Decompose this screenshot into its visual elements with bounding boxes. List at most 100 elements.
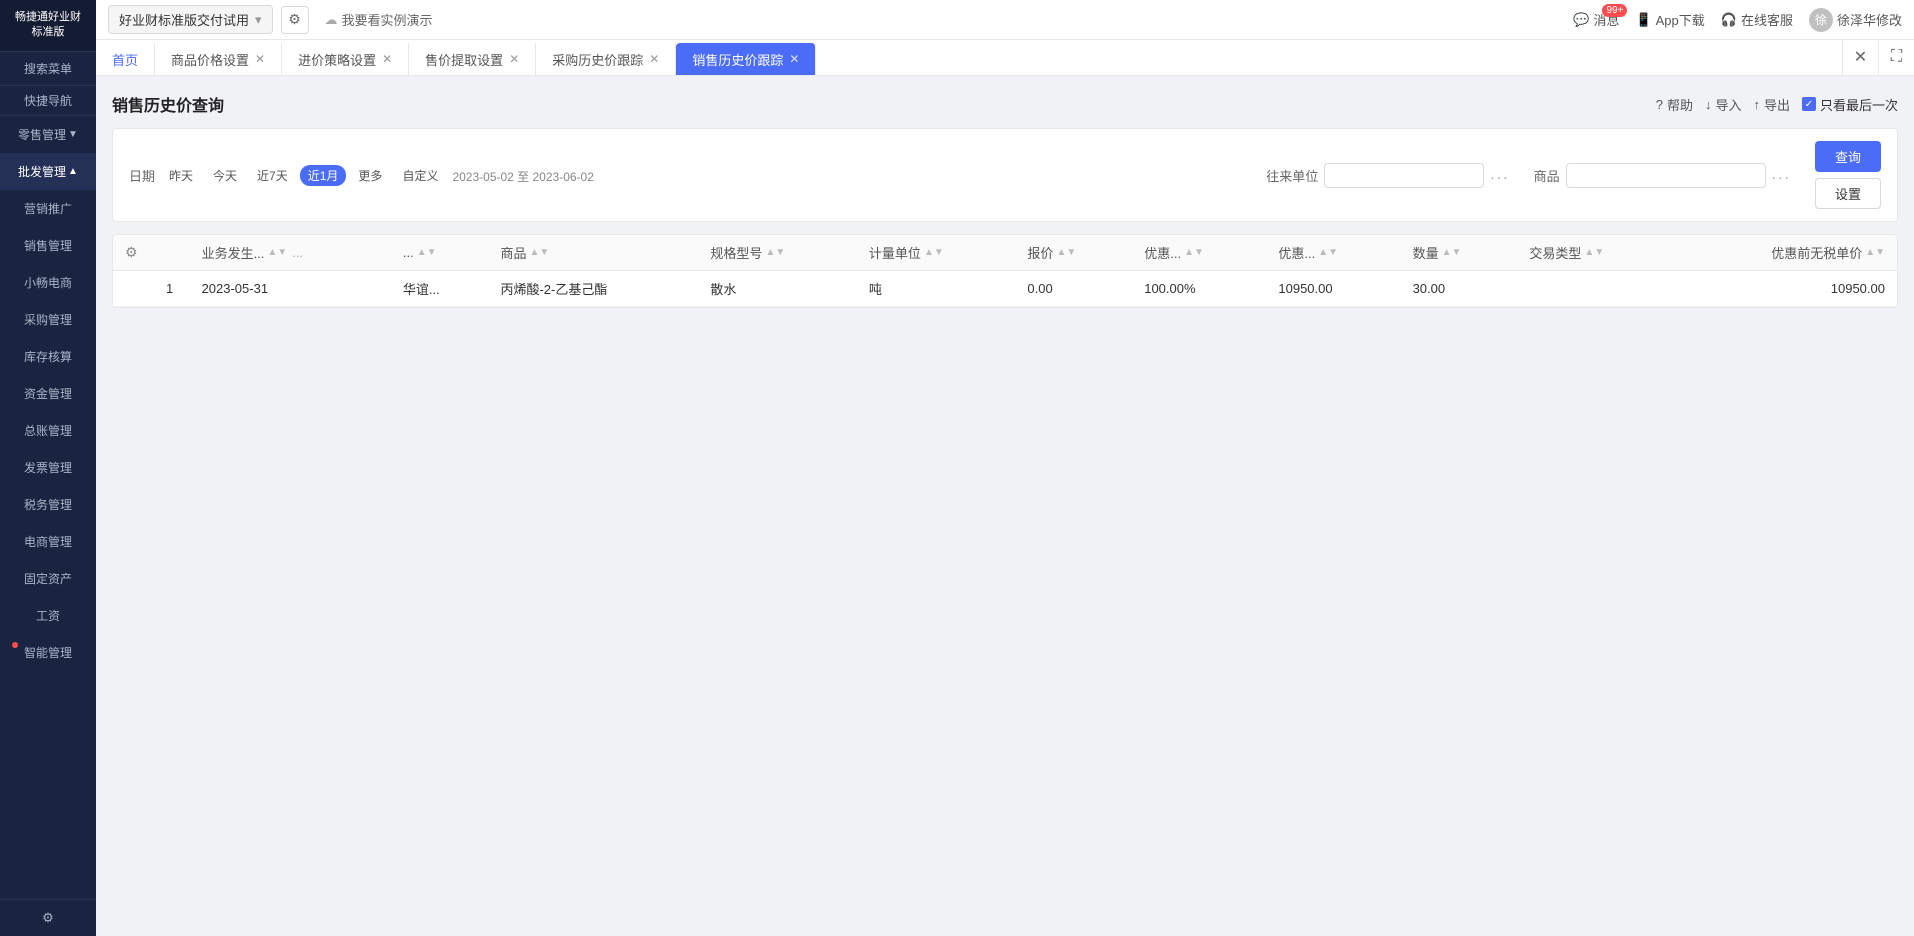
sidebar-item-finance[interactable]: 资金管理 [0,375,96,412]
tab-purchase-history[interactable]: 采购历史价跟踪 ✕ [536,43,676,75]
tab-sales-history[interactable]: 销售历史价跟踪 ✕ [676,43,816,75]
row-more: 华谊... [391,271,489,307]
col-spec-label: 规格型号 [710,243,762,262]
sidebar-item-smart[interactable]: 智能管理 [0,634,96,671]
col-header-spec[interactable]: 规格型号 ▲▼ [698,235,857,271]
date-opt-custom[interactable]: 自定义 [394,165,446,186]
smart-dot [12,642,18,648]
col-more-label: ... [403,245,414,260]
sidebar-settings-button[interactable]: ⚙ [0,899,96,936]
date-opt-today[interactable]: 今天 [205,165,245,186]
sidebar-item-ecommerce2[interactable]: 电商管理 [0,523,96,560]
col-header-more[interactable]: ... ▲▼ [391,235,489,271]
sidebar-item-payroll[interactable]: 工资 [0,597,96,634]
date-opt-1month[interactable]: 近1月 [300,165,347,186]
user-menu[interactable]: 徐 徐泽华修改 [1809,8,1902,32]
app-download-label: App下载 [1656,10,1705,29]
expand-button[interactable]: ⛶ [1878,39,1914,75]
close-icon[interactable]: ✕ [789,52,799,66]
export-link[interactable]: ↑ 导出 [1753,95,1790,114]
main-content: 好业财标准版交付试用 ▾ ⚙ ☁ 我要看实例演示 💬 消息 99+ 📱 App下… [96,0,1914,936]
sidebar-item-tax[interactable]: 税务管理 [0,486,96,523]
online-service-button[interactable]: 🎧 在线客服 [1721,10,1793,29]
row-spec: 散水 [698,271,857,307]
sidebar-item-invoice[interactable]: 发票管理 [0,449,96,486]
row-discount1: 100.00% [1132,271,1266,307]
close-icon[interactable]: ✕ [509,52,519,66]
sort-icon: ▲▼ [1184,247,1204,258]
tabbar: 首页 商品价格设置 ✕ 进价策略设置 ✕ 售价提取设置 ✕ 采购历史价跟踪 ✕ … [96,40,1914,76]
tab-home[interactable]: 首页 [96,43,155,75]
col-header-discount2[interactable]: 优惠... ▲▼ [1266,235,1400,271]
settings-button[interactable]: 设置 [1815,178,1881,209]
tab-sale-price-label: 售价提取设置 [425,50,503,69]
col-header-discount1[interactable]: 优惠... ▲▼ [1132,235,1266,271]
tab-purchase-strategy-label: 进价策略设置 [298,50,376,69]
sidebar-search[interactable]: 搜索菜单 [0,52,96,86]
col-header-txntype[interactable]: 交易类型 ▲▼ [1517,235,1676,271]
gear-icon[interactable]: ⚙ [125,244,138,260]
supplier-dots-button[interactable]: ... [1490,166,1509,184]
sidebar-item-inventory[interactable]: 库存核算 [0,338,96,375]
tab-sale-price[interactable]: 售价提取设置 ✕ [409,43,536,75]
sidebar-item-assets[interactable]: 固定资产 [0,560,96,597]
filter-area: 日期 昨天 今天 近7天 近1月 更多 自定义 2023-05-02 至 202… [112,128,1898,222]
col-header-quantity[interactable]: 数量 ▲▼ [1401,235,1518,271]
col-more-icon[interactable]: ... [292,245,303,260]
app-download-button[interactable]: 📱 App下载 [1635,10,1704,29]
col-header-unit[interactable]: 计量单位 ▲▼ [857,235,1016,271]
message-icon: 💬 [1573,12,1589,28]
sidebar-item-purchase[interactable]: 采购管理 [0,301,96,338]
col-txntype-label: 交易类型 [1529,243,1581,262]
close-icon[interactable]: ✕ [649,52,659,66]
date-opt-more[interactable]: 更多 [350,165,390,186]
col-header-quoted[interactable]: 报价 ▲▼ [1015,235,1132,271]
tab-home-label: 首页 [112,50,138,69]
tab-product-price[interactable]: 商品价格设置 ✕ [155,43,282,75]
tab-purchase-strategy[interactable]: 进价策略设置 ✕ [282,43,409,75]
row-date: 2023-05-31 [190,271,391,307]
close-icon: ✕ [1854,47,1867,67]
sort-icon: ▲▼ [417,247,437,258]
sidebar-quicknav[interactable]: 快捷导航 [0,86,96,116]
close-tab-button[interactable]: ✕ [1842,39,1878,75]
message-button[interactable]: 💬 消息 99+ [1573,10,1619,29]
module-selector[interactable]: 好业财标准版交付试用 ▾ [108,5,273,34]
supplier-input[interactable] [1324,163,1484,188]
col-discount2-label: 优惠... [1278,243,1315,262]
col-header-pretax[interactable]: 优惠前无税单价 ▲▼ [1676,235,1897,271]
sort-icon: ▲▼ [765,247,785,258]
close-icon[interactable]: ✕ [255,52,265,66]
sidebar-item-ecommerce[interactable]: 小畅电商 [0,264,96,301]
gear-icon: ⚙ [288,11,301,28]
help-link[interactable]: ? 帮助 [1656,95,1693,114]
data-table-wrap: ⚙ 业务发生... ▲▼ ... ... [112,234,1898,308]
only-last-label: 只看最后一次 [1820,95,1898,114]
sales-history-table: ⚙ 业务发生... ▲▼ ... ... [113,235,1897,307]
help-label: 帮助 [1667,95,1693,114]
date-opt-yesterday[interactable]: 昨天 [161,165,201,186]
col-header-date[interactable]: 业务发生... ▲▼ ... [190,235,391,271]
only-last-checkbox[interactable]: ✓ 只看最后一次 [1802,95,1898,114]
sidebar-item-wholesale[interactable]: 批发管理 ▲ [0,153,96,190]
gear-icon: ⚙ [42,910,54,925]
product-input[interactable] [1566,163,1766,188]
col-header-product[interactable]: 商品 ▲▼ [488,235,698,271]
username-label: 徐泽华修改 [1837,10,1902,29]
cloud-icon: ☁ [325,12,338,28]
topbar-settings-button[interactable]: ⚙ [281,6,309,34]
query-button[interactable]: 查询 [1815,141,1881,172]
row-unit: 吨 [857,271,1016,307]
import-link[interactable]: ↓ 导入 [1705,95,1742,114]
sidebar-item-retail[interactable]: 零售管理 ▼ [0,116,96,153]
sidebar-item-ledger[interactable]: 总账管理 [0,412,96,449]
sidebar-item-marketing[interactable]: 营销推广 [0,190,96,227]
sort-icon: ▲▼ [1865,247,1885,258]
demo-link[interactable]: ☁ 我要看实例演示 [325,10,433,29]
date-opt-7days[interactable]: 近7天 [249,165,296,186]
close-icon[interactable]: ✕ [382,52,392,66]
row-settings [113,271,150,307]
chevron-down-icon: ▾ [255,12,262,28]
sidebar-item-sales[interactable]: 销售管理 [0,227,96,264]
product-dots-button[interactable]: ... [1772,166,1791,184]
